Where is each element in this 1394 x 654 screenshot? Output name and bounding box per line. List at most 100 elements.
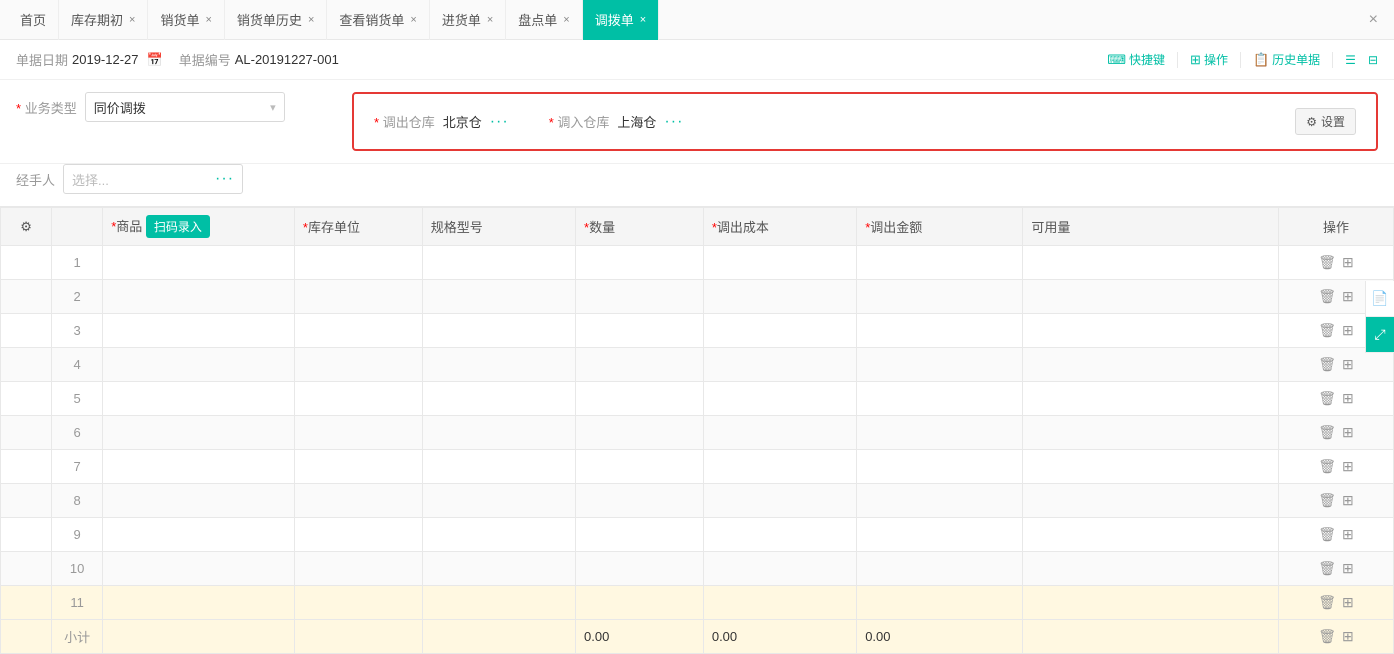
row-cost-cell[interactable] [703,484,856,518]
row-amount-cell[interactable] [857,416,1023,450]
scan-entry-button[interactable]: 扫码录入 [146,215,210,238]
copy-row-button[interactable]: ⊞ [1342,424,1354,441]
row-product-cell[interactable] [103,450,295,484]
row-product-cell[interactable] [103,416,295,450]
row-available-cell[interactable] [1023,382,1279,416]
delete-row-button[interactable]: 🗑 [1318,458,1336,475]
row-product-cell[interactable] [103,518,295,552]
copy-row-button[interactable]: ⊞ [1342,594,1354,611]
close-icon[interactable]: × [205,14,211,26]
row-spec-cell[interactable] [422,416,575,450]
row-amount-cell[interactable] [857,552,1023,586]
row-qty-cell[interactable] [576,484,704,518]
row-spec-cell[interactable] [422,586,575,620]
shortcut-button[interactable]: ⌨ 快捷键 [1107,51,1165,68]
tab-transfer-order[interactable]: 调拨单 × [583,0,659,40]
row-available-cell[interactable] [1023,586,1279,620]
view-toggle-list[interactable]: ☰ [1345,53,1356,67]
copy-row-button[interactable]: ⊞ [1342,254,1354,271]
warehouse-in-more-button[interactable]: ··· [664,113,683,131]
operation-button[interactable]: ⊞ 操作 [1190,51,1228,68]
row-amount-cell[interactable] [857,382,1023,416]
handler-more-button[interactable]: ··· [215,170,234,188]
row-amount-cell[interactable] [857,586,1023,620]
row-qty-cell[interactable] [576,416,704,450]
calendar-icon[interactable]: 📅 [147,52,163,68]
close-all-tabs-button[interactable]: × [1361,11,1386,29]
row-available-cell[interactable] [1023,314,1279,348]
row-unit-cell[interactable] [294,246,422,280]
copy-row-button[interactable]: ⊞ [1342,526,1354,543]
row-spec-cell[interactable] [422,382,575,416]
row-available-cell[interactable] [1023,416,1279,450]
row-spec-cell[interactable] [422,348,575,382]
row-available-cell[interactable] [1023,518,1279,552]
copy-row-button[interactable]: ⊞ [1342,560,1354,577]
row-available-cell[interactable] [1023,450,1279,484]
tab-purchase-order[interactable]: 进货单 × [430,0,506,40]
row-cost-cell[interactable] [703,280,856,314]
row-spec-cell[interactable] [422,450,575,484]
row-amount-cell[interactable] [857,484,1023,518]
business-type-select[interactable]: 同价调拨 ▾ [85,92,285,122]
delete-row-button[interactable]: 🗑 [1318,594,1336,611]
row-spec-cell[interactable] [422,314,575,348]
row-amount-cell[interactable] [857,518,1023,552]
row-unit-cell[interactable] [294,314,422,348]
delete-row-button[interactable]: 🗑 [1318,492,1336,509]
row-available-cell[interactable] [1023,348,1279,382]
warehouse-out-more-button[interactable]: ··· [490,113,509,131]
tab-inventory-init[interactable]: 库存期初 × [59,0,148,40]
row-cost-cell[interactable] [703,552,856,586]
copy-row-button[interactable]: ⊞ [1342,458,1354,475]
tab-inventory-count[interactable]: 盘点单 × [506,0,582,40]
row-unit-cell[interactable] [294,416,422,450]
row-product-cell[interactable] [103,246,295,280]
col-header-settings[interactable]: ⚙ [1,208,52,246]
row-product-cell[interactable] [103,280,295,314]
close-icon[interactable]: × [487,14,493,26]
tab-view-sales[interactable]: 查看销货单 × [327,0,429,40]
close-icon[interactable]: × [129,14,135,26]
row-qty-cell[interactable] [576,450,704,484]
row-unit-cell[interactable] [294,382,422,416]
row-qty-cell[interactable] [576,314,704,348]
row-amount-cell[interactable] [857,246,1023,280]
row-available-cell[interactable] [1023,246,1279,280]
copy-row-button[interactable]: ⊞ [1342,356,1354,373]
history-button[interactable]: 📋 历史单据 [1253,51,1320,68]
copy-row-button[interactable]: ⊞ [1342,288,1354,305]
row-qty-cell[interactable] [576,518,704,552]
subtotal-copy-button[interactable]: ⊞ [1342,628,1354,645]
row-qty-cell[interactable] [576,348,704,382]
delete-row-button[interactable]: 🗑 [1318,560,1336,577]
row-available-cell[interactable] [1023,280,1279,314]
row-available-cell[interactable] [1023,552,1279,586]
close-icon[interactable]: × [640,14,646,26]
tab-sales-history[interactable]: 销货单历史 × [225,0,327,40]
handler-select[interactable]: 选择... ··· [63,164,243,194]
row-product-cell[interactable] [103,484,295,518]
sidebar-expand-icon[interactable]: ⤢ [1366,317,1394,353]
row-amount-cell[interactable] [857,314,1023,348]
tab-home[interactable]: 首页 [8,0,59,40]
row-unit-cell[interactable] [294,280,422,314]
row-cost-cell[interactable] [703,382,856,416]
delete-row-button[interactable]: 🗑 [1318,390,1336,407]
row-unit-cell[interactable] [294,552,422,586]
row-qty-cell[interactable] [576,382,704,416]
row-unit-cell[interactable] [294,450,422,484]
delete-row-button[interactable]: 🗑 [1318,526,1336,543]
row-product-cell[interactable] [103,382,295,416]
row-amount-cell[interactable] [857,280,1023,314]
tab-sales-order[interactable]: 销货单 × [148,0,224,40]
row-cost-cell[interactable] [703,586,856,620]
delete-row-button[interactable]: 🗑 [1318,254,1336,271]
row-product-cell[interactable] [103,314,295,348]
row-cost-cell[interactable] [703,518,856,552]
row-cost-cell[interactable] [703,314,856,348]
close-icon[interactable]: × [410,14,416,26]
row-qty-cell[interactable] [576,246,704,280]
row-unit-cell[interactable] [294,484,422,518]
row-amount-cell[interactable] [857,348,1023,382]
